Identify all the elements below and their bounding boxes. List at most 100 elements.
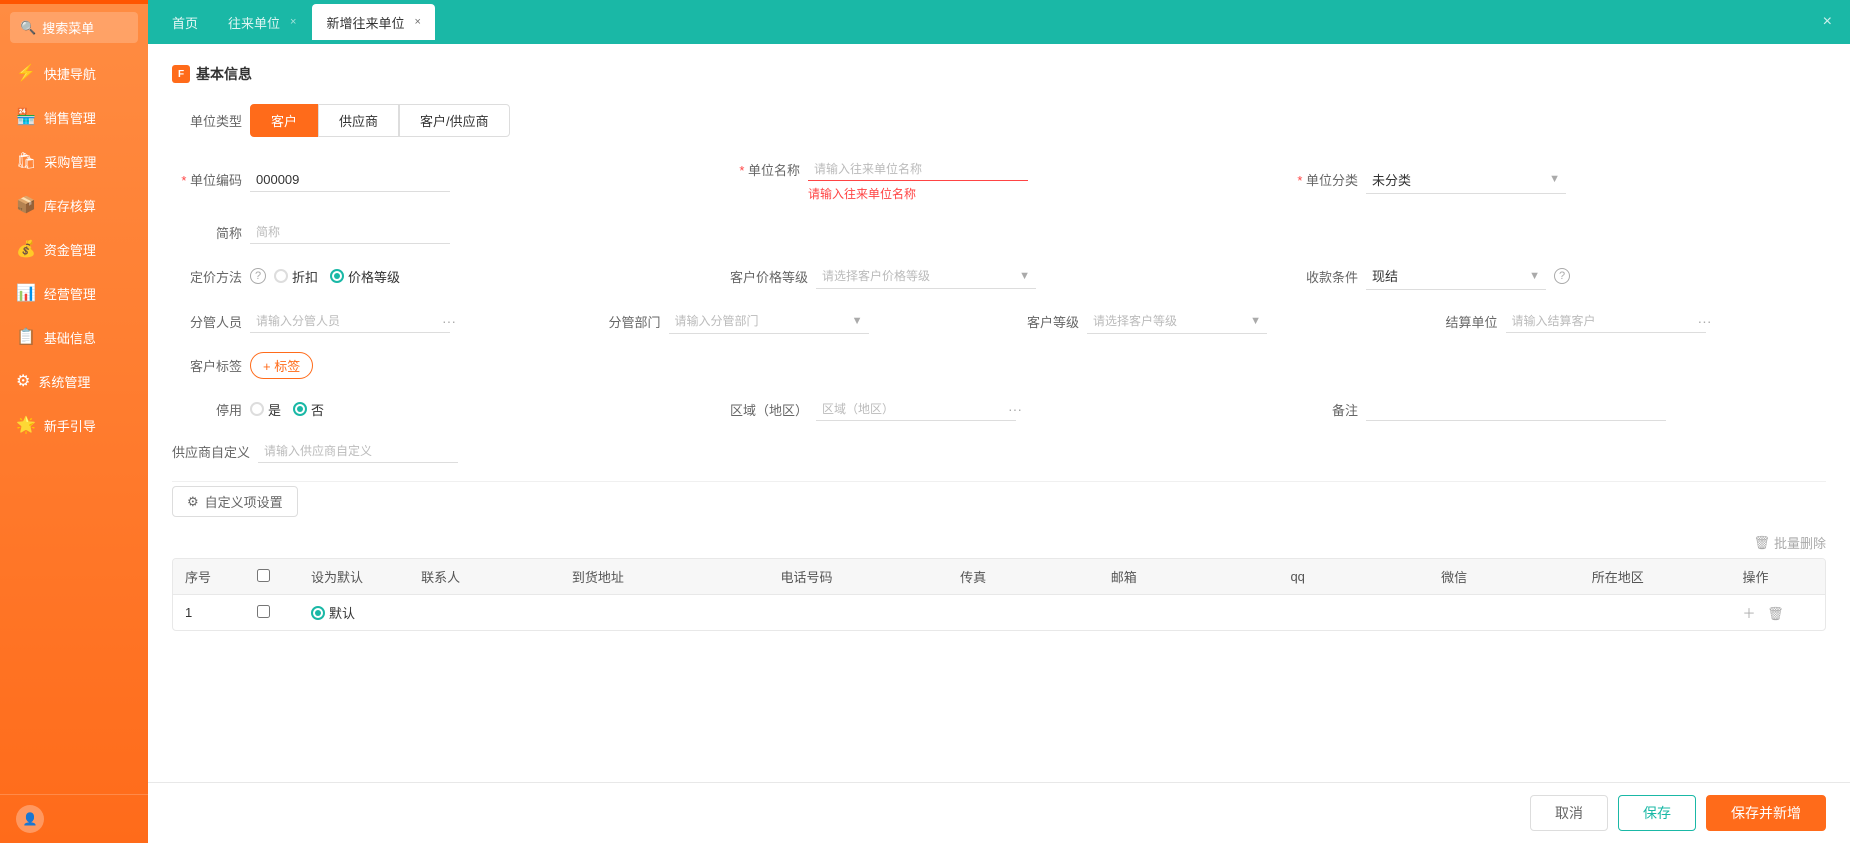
address-input[interactable] — [572, 605, 692, 620]
payment-value: 现结 — [1372, 266, 1525, 285]
cell-default[interactable]: 默认 — [299, 595, 409, 631]
sidebar-item-operations[interactable]: 📊 经营管理 — [0, 271, 148, 315]
sidebar-item-basic[interactable]: 📋 基础信息 — [0, 315, 148, 359]
remark-label: 备注 — [1288, 400, 1358, 419]
sidebar-item-quick-nav[interactable]: ⚡ 快捷导航 — [0, 51, 148, 95]
remark-input[interactable] — [1366, 397, 1666, 421]
type-btn-supplier[interactable]: 供应商 — [318, 104, 399, 137]
region-cell-input[interactable] — [1592, 605, 1672, 620]
unit-type-label: 单位类型 — [172, 111, 242, 130]
cell-wechat[interactable] — [1429, 595, 1580, 631]
payment-question-icon[interactable]: ? — [1554, 268, 1570, 284]
sidebar-item-guide[interactable]: 🌟 新手引导 — [0, 403, 148, 447]
sidebar-search[interactable]: 🔍 搜索菜单 — [10, 12, 138, 43]
sidebar-item-purchase[interactable]: 🛍 采购管理 — [0, 139, 148, 183]
supplier-custom-input[interactable] — [258, 439, 458, 463]
type-btn-customer[interactable]: 客户 — [250, 104, 318, 137]
th-qq: qq — [1278, 559, 1429, 595]
cell-contact[interactable] — [409, 595, 560, 631]
delete-row-icon[interactable]: 🗑 — [1767, 606, 1784, 621]
customer-level-label: 客户等级 — [1009, 312, 1079, 331]
tab-new-contact[interactable]: 新增往来单位 × — [312, 4, 434, 40]
region-group: 区域（地区） ··· — [730, 397, 1268, 421]
sidebar-item-inventory[interactable]: 📦 库存核算 — [0, 183, 148, 227]
payment-chevron-down-icon: ▼ — [1529, 270, 1540, 282]
manager-more-icon[interactable]: ··· — [438, 313, 460, 329]
contact-input[interactable] — [421, 605, 501, 620]
region-label: 区域（地区） — [730, 400, 808, 419]
th-checkbox[interactable] — [245, 559, 299, 595]
supplier-custom-row: 供应商自定义 — [172, 439, 1826, 463]
email-input[interactable] — [1111, 605, 1211, 620]
qq-input[interactable] — [1290, 605, 1370, 620]
default-radio[interactable]: 默认 — [311, 603, 397, 622]
tab-contacts[interactable]: 往来单位 × — [214, 4, 310, 40]
sidebar-item-label: 新手引导 — [44, 416, 96, 435]
tab-contacts-close[interactable]: × — [290, 16, 296, 28]
customer-level-select[interactable]: 请选择客户等级 ▼ — [1087, 308, 1267, 334]
cell-email[interactable] — [1099, 595, 1279, 631]
row-checkbox[interactable] — [257, 605, 270, 618]
sidebar-item-system[interactable]: ⚙ 系统管理 — [0, 359, 148, 403]
divider — [172, 481, 1826, 482]
pricing-row: 定价方法 ? 折扣 价格等级 客户价格等级 请选择客户价格等级 — [172, 262, 1826, 290]
type-btn-both[interactable]: 客户/供应商 — [399, 104, 510, 137]
tab-bar-close[interactable]: × — [1815, 9, 1840, 35]
pricing-radio-grade[interactable]: 价格等级 — [330, 267, 400, 286]
code-label: 单位编码 — [172, 170, 242, 189]
sidebar-item-sales[interactable]: 🏪 销售管理 — [0, 95, 148, 139]
manager-input-wrap: ··· — [250, 309, 450, 333]
bulk-delete[interactable]: 🗑 批量删除 — [172, 533, 1826, 552]
custom-settings-label: 自定义项设置 — [205, 492, 283, 511]
region-more-icon[interactable]: ··· — [1004, 401, 1026, 417]
pricing-question-icon[interactable]: ? — [250, 268, 266, 284]
save-new-button[interactable]: 保存并新增 — [1706, 795, 1826, 831]
bulk-delete-icon: 🗑 — [1753, 535, 1770, 551]
cell-address[interactable] — [560, 595, 769, 631]
add-tag-button[interactable]: + 标签 — [250, 352, 313, 379]
dept-select[interactable]: 请输入分管部门 ▼ — [669, 308, 869, 334]
save-button[interactable]: 保存 — [1618, 795, 1696, 831]
type-buttons: 客户 供应商 客户/供应商 — [250, 104, 510, 137]
disabled-yes-radio[interactable]: 是 — [250, 400, 281, 419]
manager-input[interactable] — [250, 309, 438, 332]
cell-region[interactable] — [1580, 595, 1731, 631]
settle-unit-more-icon[interactable]: ··· — [1694, 313, 1716, 329]
category-select[interactable]: 未分类 ▼ — [1366, 166, 1566, 194]
sidebar-item-label: 系统管理 — [38, 372, 90, 391]
cancel-button[interactable]: 取消 — [1530, 795, 1608, 831]
payment-select[interactable]: 现结 ▼ — [1366, 262, 1546, 290]
pricing-radio-discount[interactable]: 折扣 — [274, 267, 318, 286]
fax-input[interactable] — [960, 605, 1040, 620]
phone-input[interactable] — [780, 605, 880, 620]
sidebar: 🔍 搜索菜单 ⚡ 快捷导航 🏪 销售管理 🛍 采购管理 📦 库存核算 💰 资金管… — [0, 0, 148, 843]
cell-phone[interactable] — [768, 595, 948, 631]
tab-contacts-label: 往来单位 — [228, 13, 280, 32]
cell-checkbox[interactable] — [245, 595, 299, 631]
default-radio-icon — [311, 606, 325, 620]
custom-settings-button[interactable]: ⚙ 自定义项设置 — [172, 486, 298, 517]
settle-unit-input[interactable] — [1506, 309, 1694, 332]
disabled-no-radio[interactable]: 否 — [293, 400, 324, 419]
disabled-group: 停用 是 否 — [172, 400, 710, 419]
select-all-checkbox[interactable] — [257, 569, 270, 582]
name-input[interactable] — [808, 157, 1028, 181]
contacts-table: 序号 设为默认 联系人 到货地址 电话号码 传真 邮箱 qq 微信 所在地区 操… — [172, 558, 1826, 631]
shortname-input[interactable] — [250, 220, 450, 244]
sidebar-item-finance[interactable]: 💰 资金管理 — [0, 227, 148, 271]
wechat-input[interactable] — [1441, 605, 1521, 620]
cell-fax[interactable] — [948, 595, 1099, 631]
radio-yes-icon — [250, 402, 264, 416]
quick-nav-icon: ⚡ — [16, 63, 36, 83]
add-row-icon[interactable]: ＋ — [1742, 606, 1755, 621]
tab-new-contact-close[interactable]: × — [414, 16, 420, 28]
code-input[interactable] — [250, 168, 450, 192]
settle-unit-group: 结算单位 ··· — [1428, 309, 1827, 333]
region-input[interactable] — [816, 397, 1004, 420]
operations-icon: 📊 — [16, 283, 36, 303]
customer-price-select[interactable]: 请选择客户价格等级 ▼ — [816, 263, 1036, 289]
pricing-radio-group: 折扣 价格等级 — [274, 267, 400, 286]
settle-unit-label: 结算单位 — [1428, 312, 1498, 331]
tab-home[interactable]: 首页 — [158, 7, 212, 38]
cell-qq[interactable] — [1278, 595, 1429, 631]
